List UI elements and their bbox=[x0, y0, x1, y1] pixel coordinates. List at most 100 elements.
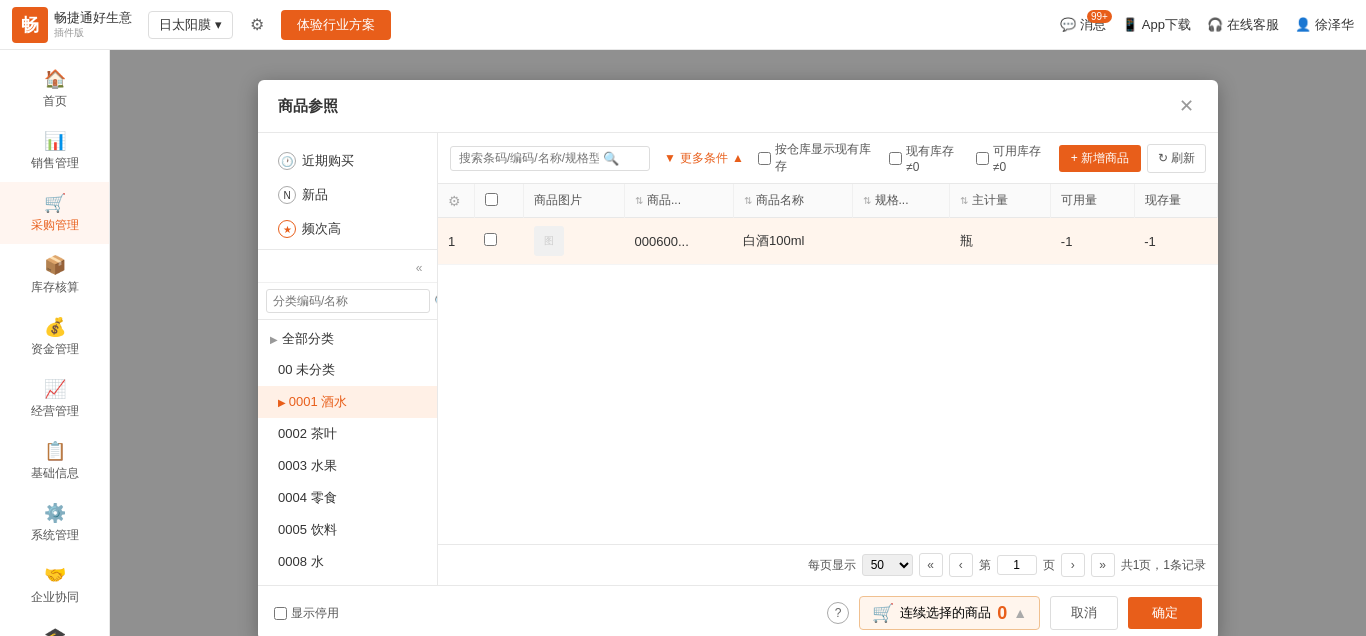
toolbar-actions: + 新增商品 ↻ 刷新 bbox=[1059, 144, 1206, 173]
app-download-nav[interactable]: 📱 App下载 bbox=[1122, 16, 1191, 34]
th-unit[interactable]: ⇅ 主计量 bbox=[950, 184, 1051, 218]
page-prev-button[interactable]: ‹ bbox=[949, 553, 973, 577]
confirm-button[interactable]: 确定 bbox=[1128, 597, 1202, 629]
sidebar-item-guide[interactable]: 🎓 新手引导 bbox=[0, 616, 109, 636]
search-icon[interactable]: 🔍 bbox=[603, 151, 619, 166]
sidebar-item-purchase[interactable]: 🛒 采购管理 bbox=[0, 182, 109, 244]
continuous-selection[interactable]: 🛒 连续选择的商品 0 ▲ bbox=[859, 596, 1040, 630]
sidebar-item-system[interactable]: ⚙️ 系统管理 bbox=[0, 492, 109, 554]
footer-right: ? 🛒 连续选择的商品 0 ▲ 取消 确定 bbox=[827, 596, 1202, 630]
add-product-button[interactable]: + 新增商品 bbox=[1059, 145, 1141, 172]
help-button[interactable]: ? bbox=[827, 602, 849, 624]
sidebar-item-operation[interactable]: 📈 经营管理 bbox=[0, 368, 109, 430]
sidebar-item-finance[interactable]: 💰 资金管理 bbox=[0, 306, 109, 368]
table-row[interactable]: 1 图 000600... 白酒100ml bbox=[438, 218, 1218, 265]
th-spec[interactable]: ⇅ 规格... bbox=[852, 184, 950, 218]
recent-purchase-item[interactable]: 🕐 近期购买 bbox=[266, 145, 429, 177]
checkbox-warehouse-stock[interactable]: 按仓库显示现有库存 bbox=[758, 141, 877, 175]
category-item-0001[interactable]: ▶ 0001 酒水 bbox=[258, 386, 437, 418]
th-settings[interactable]: ⚙ bbox=[438, 184, 474, 218]
high-freq-item[interactable]: ★ 频次高 bbox=[266, 213, 429, 245]
product-search-input[interactable] bbox=[459, 151, 599, 165]
category-search-input[interactable] bbox=[266, 289, 430, 313]
cell-spec bbox=[852, 218, 950, 265]
page-first-button[interactable]: « bbox=[919, 553, 943, 577]
total-info: 共1页，1条记录 bbox=[1121, 557, 1206, 574]
chevron-up-icon[interactable]: ▲ bbox=[1013, 605, 1027, 621]
cell-index: 1 bbox=[438, 218, 474, 265]
table-header-row: ⚙ 商品图片 ⇅ 商品... bbox=[438, 184, 1218, 218]
category-item-0008[interactable]: 0008 水 bbox=[258, 546, 437, 578]
sort-icon: ⇅ bbox=[635, 195, 643, 206]
more-filter-button[interactable]: ▼ 更多条件 ▲ bbox=[658, 146, 750, 171]
finance-icon: 💰 bbox=[44, 316, 66, 338]
gear-icon[interactable]: ⚙ bbox=[241, 9, 273, 41]
checkbox-nonzero-stock[interactable]: 现有库存≠0 bbox=[889, 143, 964, 174]
modal-body: 🕐 近期购买 N 新品 ★ 频次高 bbox=[258, 133, 1218, 585]
sort-icon: ⇅ bbox=[960, 195, 968, 206]
cell-name: 白酒100ml bbox=[733, 218, 852, 265]
messages-nav[interactable]: 💬 消息 99+ bbox=[1060, 16, 1106, 34]
star-icon: ★ bbox=[278, 220, 296, 238]
logo-icon: 畅 bbox=[12, 7, 48, 43]
page-last-button[interactable]: » bbox=[1091, 553, 1115, 577]
exp-btn[interactable]: 体验行业方案 bbox=[281, 10, 391, 40]
sidebar-item-sales[interactable]: 📊 销售管理 bbox=[0, 120, 109, 182]
th-stock[interactable]: 现存量 bbox=[1134, 184, 1217, 218]
checkbox-available-nonzero[interactable]: 可用库存≠0 bbox=[976, 143, 1051, 174]
sidebar-item-enterprise[interactable]: 🤝 企业协同 bbox=[0, 554, 109, 616]
th-code[interactable]: ⇅ 商品... bbox=[625, 184, 733, 218]
category-item-0010[interactable]: 0010 家电 bbox=[258, 578, 437, 585]
user-avatar[interactable]: 👤 徐泽华 bbox=[1295, 16, 1354, 34]
inventory-icon: 📦 bbox=[44, 254, 66, 276]
sort-icon: ⇅ bbox=[863, 195, 871, 206]
sidebar-item-basic-info[interactable]: 📋 基础信息 bbox=[0, 430, 109, 492]
online-service-nav[interactable]: 🎧 在线客服 bbox=[1207, 16, 1279, 34]
product-table: ⚙ 商品图片 ⇅ 商品... bbox=[438, 184, 1218, 265]
product-image: 图 bbox=[534, 226, 564, 256]
system-icon: ⚙️ bbox=[44, 502, 66, 524]
sort-icon: ⇅ bbox=[744, 195, 752, 206]
cell-code: 000600... bbox=[625, 218, 733, 265]
sidebar-item-inventory[interactable]: 📦 库存核算 bbox=[0, 244, 109, 306]
main-layout: 🏠 首页 📊 销售管理 🛒 采购管理 📦 库存核算 💰 资金管理 📈 经营管理 … bbox=[0, 50, 1366, 636]
category-item-00[interactable]: 00 未分类 bbox=[258, 354, 437, 386]
cell-checkbox[interactable] bbox=[474, 218, 524, 265]
cart-count: 0 bbox=[997, 603, 1007, 624]
refresh-button[interactable]: ↻ 刷新 bbox=[1147, 144, 1206, 173]
cell-image: 图 bbox=[524, 218, 625, 265]
modal-toolbar: 🔍 ▼ 更多条件 ▲ 按仓库显示现有库存 bbox=[438, 133, 1218, 184]
settings-icon[interactable]: ⚙ bbox=[448, 193, 461, 209]
th-name[interactable]: ⇅ 商品名称 bbox=[733, 184, 852, 218]
modal-close-button[interactable]: ✕ bbox=[1174, 94, 1198, 118]
chevron-up-icon: ▲ bbox=[732, 151, 744, 165]
page-number-input[interactable] bbox=[997, 555, 1037, 575]
modal-footer: 显示停用 ? 🛒 连续选择的商品 0 ▲ 取消 确定 bbox=[258, 585, 1218, 636]
all-categories-header[interactable]: ▶ 全部分类 bbox=[258, 324, 437, 354]
category-item-0004[interactable]: 0004 零食 bbox=[258, 482, 437, 514]
th-available[interactable]: 可用量 bbox=[1051, 184, 1134, 218]
operation-icon: 📈 bbox=[44, 378, 66, 400]
select-all-checkbox[interactable] bbox=[485, 193, 498, 206]
category-item-0005[interactable]: 0005 饮料 bbox=[258, 514, 437, 546]
logo-text: 畅捷通好生意 插件版 bbox=[54, 10, 132, 40]
show-disabled-checkbox[interactable]: 显示停用 bbox=[274, 605, 339, 622]
category-item-0003[interactable]: 0003 水果 bbox=[258, 450, 437, 482]
product-search-box[interactable]: 🔍 bbox=[450, 146, 650, 171]
sidebar: 🏠 首页 📊 销售管理 🛒 采购管理 📦 库存核算 💰 资金管理 📈 经营管理 … bbox=[0, 50, 110, 636]
sidebar-item-home[interactable]: 🏠 首页 bbox=[0, 58, 109, 120]
modal-title: 商品参照 bbox=[278, 97, 338, 116]
page-next-button[interactable]: › bbox=[1061, 553, 1085, 577]
recent-icon: 🕐 bbox=[278, 152, 296, 170]
store-selector[interactable]: 日太阳膜 ▾ bbox=[148, 11, 233, 39]
nav-right: 💬 消息 99+ 📱 App下载 🎧 在线客服 👤 徐泽华 bbox=[1060, 16, 1354, 34]
pagination: 每页显示 50 20 100 « ‹ 第 页 › bbox=[438, 544, 1218, 585]
cancel-button[interactable]: 取消 bbox=[1050, 596, 1118, 630]
per-page-select[interactable]: 50 20 100 bbox=[862, 554, 913, 576]
category-item-0002[interactable]: 0002 茶叶 bbox=[258, 418, 437, 450]
product-table-container: ⚙ 商品图片 ⇅ 商品... bbox=[438, 184, 1218, 544]
collapse-button[interactable]: « bbox=[409, 258, 429, 278]
new-items-item[interactable]: N 新品 bbox=[266, 179, 429, 211]
purchase-icon: 🛒 bbox=[44, 192, 66, 214]
refresh-icon: ↻ bbox=[1158, 151, 1168, 165]
